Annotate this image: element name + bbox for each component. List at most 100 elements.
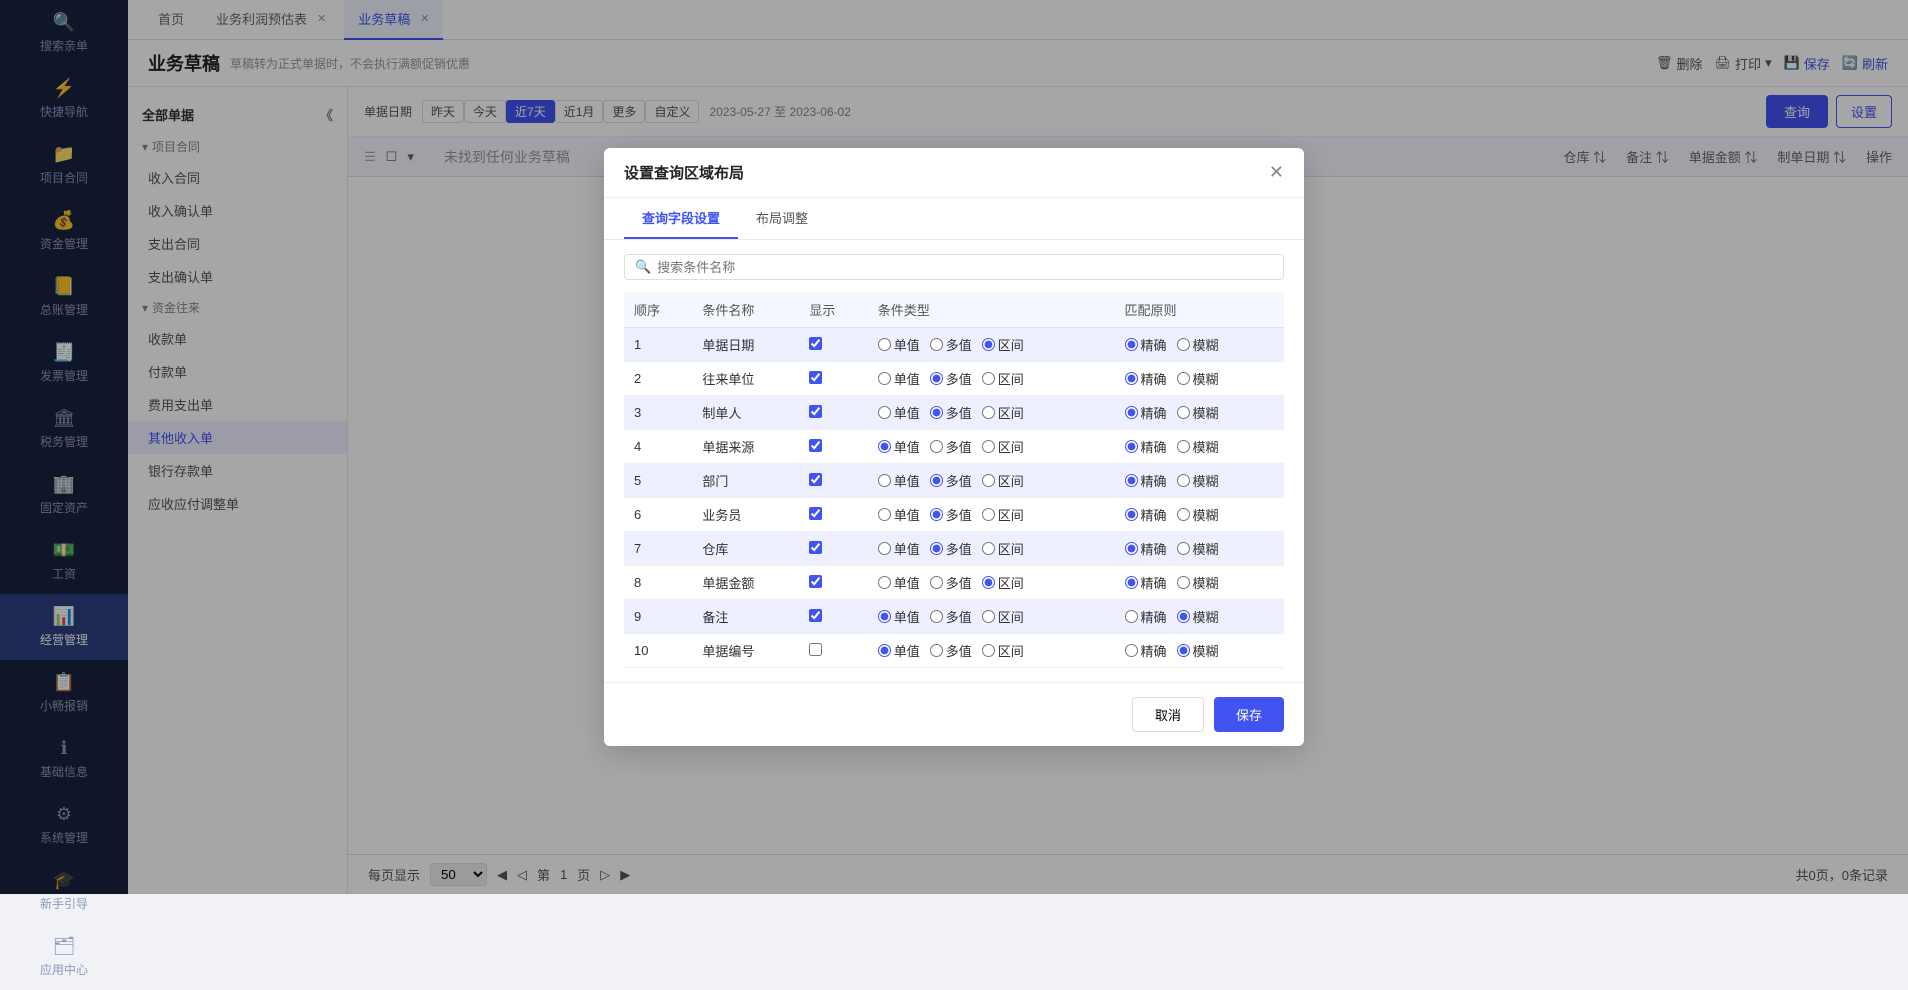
match-radio-fuzzy-9[interactable]: 模糊 (1177, 641, 1219, 660)
display-checkbox-5[interactable] (809, 507, 822, 520)
row-name-3: 单据来源 (692, 430, 799, 464)
match-radio-fuzzy-1[interactable]: 模糊 (1177, 369, 1219, 388)
match-radio-fuzzy-5[interactable]: 模糊 (1177, 505, 1219, 524)
display-checkbox-0[interactable] (809, 337, 822, 350)
match-radio-exact-8[interactable]: 精确 (1125, 607, 1167, 626)
radio-range-9[interactable]: 区间 (982, 641, 1024, 660)
search-box: 🔍 (624, 254, 1284, 280)
radio-single-5[interactable]: 单值 (878, 505, 920, 524)
search-input[interactable] (657, 260, 1273, 275)
row-display-4[interactable] (799, 464, 867, 498)
row-display-6[interactable] (799, 532, 867, 566)
radio-range-4[interactable]: 区间 (982, 471, 1024, 490)
radio-multi-2[interactable]: 多值 (930, 403, 972, 422)
display-checkbox-7[interactable] (809, 575, 822, 588)
row-order-4: 5 (624, 464, 692, 498)
radio-multi-0[interactable]: 多值 (930, 335, 972, 354)
row-order-6: 7 (624, 532, 692, 566)
save-button[interactable]: 保存 (1214, 697, 1284, 732)
row-name-6: 仓库 (692, 532, 799, 566)
dialog-tab-layout-adjust[interactable]: 布局调整 (738, 198, 826, 239)
radio-multi-7[interactable]: 多值 (930, 573, 972, 592)
dialog-close-button[interactable]: ✕ (1269, 162, 1284, 183)
match-radio-fuzzy-2[interactable]: 模糊 (1177, 403, 1219, 422)
radio-range-0[interactable]: 区间 (982, 335, 1024, 354)
radio-multi-5[interactable]: 多值 (930, 505, 972, 524)
display-checkbox-2[interactable] (809, 405, 822, 418)
table-row: 1单据日期单值多值区间精确模糊 (624, 328, 1284, 362)
match-radio-fuzzy-0[interactable]: 模糊 (1177, 335, 1219, 354)
display-checkbox-9[interactable] (809, 643, 822, 656)
radio-single-0[interactable]: 单值 (878, 335, 920, 354)
match-radio-fuzzy-8[interactable]: 模糊 (1177, 607, 1219, 626)
radio-single-6[interactable]: 单值 (878, 539, 920, 558)
row-condtype-9: 单值多值区间 (868, 634, 1115, 668)
radio-range-1[interactable]: 区间 (982, 369, 1024, 388)
radio-range-5[interactable]: 区间 (982, 505, 1024, 524)
match-radio-exact-0[interactable]: 精确 (1125, 335, 1167, 354)
radio-single-7[interactable]: 单值 (878, 573, 920, 592)
row-display-8[interactable] (799, 600, 867, 634)
settings-dialog: 设置查询区域布局 ✕ 查询字段设置布局调整 🔍 顺序条件名称显示条件类型匹配原则… (604, 148, 1304, 746)
match-radio-fuzzy-7[interactable]: 模糊 (1177, 573, 1219, 592)
radio-single-2[interactable]: 单值 (878, 403, 920, 422)
radio-range-6[interactable]: 区间 (982, 539, 1024, 558)
row-display-3[interactable] (799, 430, 867, 464)
radio-single-9[interactable]: 单值 (878, 641, 920, 660)
match-radio-exact-2[interactable]: 精确 (1125, 403, 1167, 422)
dialog-tab-query-fields[interactable]: 查询字段设置 (624, 198, 738, 239)
row-condtype-1: 单值多值区间 (868, 362, 1115, 396)
row-display-7[interactable] (799, 566, 867, 600)
match-radio-fuzzy-4[interactable]: 模糊 (1177, 471, 1219, 490)
sidebar-label-appstore: 应用中心 (40, 961, 88, 978)
radio-single-4[interactable]: 单值 (878, 471, 920, 490)
table-row: 4单据来源单值多值区间精确模糊 (624, 430, 1284, 464)
radio-multi-3[interactable]: 多值 (930, 437, 972, 456)
match-radio-exact-9[interactable]: 精确 (1125, 641, 1167, 660)
table-row: 10单据编号单值多值区间精确模糊 (624, 634, 1284, 668)
row-order-9: 10 (624, 634, 692, 668)
display-checkbox-6[interactable] (809, 541, 822, 554)
match-radio-exact-6[interactable]: 精确 (1125, 539, 1167, 558)
radio-multi-9[interactable]: 多值 (930, 641, 972, 660)
sidebar-item-appstore[interactable]: 🗂应用中心 (0, 924, 128, 990)
radio-multi-8[interactable]: 多值 (930, 607, 972, 626)
radio-single-8[interactable]: 单值 (878, 607, 920, 626)
match-radio-exact-5[interactable]: 精确 (1125, 505, 1167, 524)
row-display-5[interactable] (799, 498, 867, 532)
display-checkbox-3[interactable] (809, 439, 822, 452)
row-name-9: 单据编号 (692, 634, 799, 668)
radio-multi-1[interactable]: 多值 (930, 369, 972, 388)
row-condtype-8: 单值多值区间 (868, 600, 1115, 634)
radio-range-7[interactable]: 区间 (982, 573, 1024, 592)
row-name-1: 往来单位 (692, 362, 799, 396)
match-radio-fuzzy-6[interactable]: 模糊 (1177, 539, 1219, 558)
match-radio-exact-1[interactable]: 精确 (1125, 369, 1167, 388)
row-display-0[interactable] (799, 328, 867, 362)
match-radio-exact-7[interactable]: 精确 (1125, 573, 1167, 592)
row-name-0: 单据日期 (692, 328, 799, 362)
match-radio-fuzzy-3[interactable]: 模糊 (1177, 437, 1219, 456)
match-radio-exact-4[interactable]: 精确 (1125, 471, 1167, 490)
radio-range-3[interactable]: 区间 (982, 437, 1024, 456)
search-icon: 🔍 (635, 259, 651, 275)
row-match-9: 精确模糊 (1115, 634, 1284, 668)
row-display-1[interactable] (799, 362, 867, 396)
row-display-9[interactable] (799, 634, 867, 668)
radio-multi-6[interactable]: 多值 (930, 539, 972, 558)
display-checkbox-1[interactable] (809, 371, 822, 384)
dialog-tabs: 查询字段设置布局调整 (604, 198, 1304, 240)
match-radio-exact-3[interactable]: 精确 (1125, 437, 1167, 456)
radio-single-3[interactable]: 单值 (878, 437, 920, 456)
display-checkbox-4[interactable] (809, 473, 822, 486)
row-match-4: 精确模糊 (1115, 464, 1284, 498)
row-display-2[interactable] (799, 396, 867, 430)
row-match-5: 精确模糊 (1115, 498, 1284, 532)
radio-multi-4[interactable]: 多值 (930, 471, 972, 490)
cancel-button[interactable]: 取消 (1132, 697, 1204, 732)
radio-range-2[interactable]: 区间 (982, 403, 1024, 422)
dialog-title: 设置查询区域布局 (624, 162, 744, 183)
display-checkbox-8[interactable] (809, 609, 822, 622)
radio-range-8[interactable]: 区间 (982, 607, 1024, 626)
radio-single-1[interactable]: 单值 (878, 369, 920, 388)
